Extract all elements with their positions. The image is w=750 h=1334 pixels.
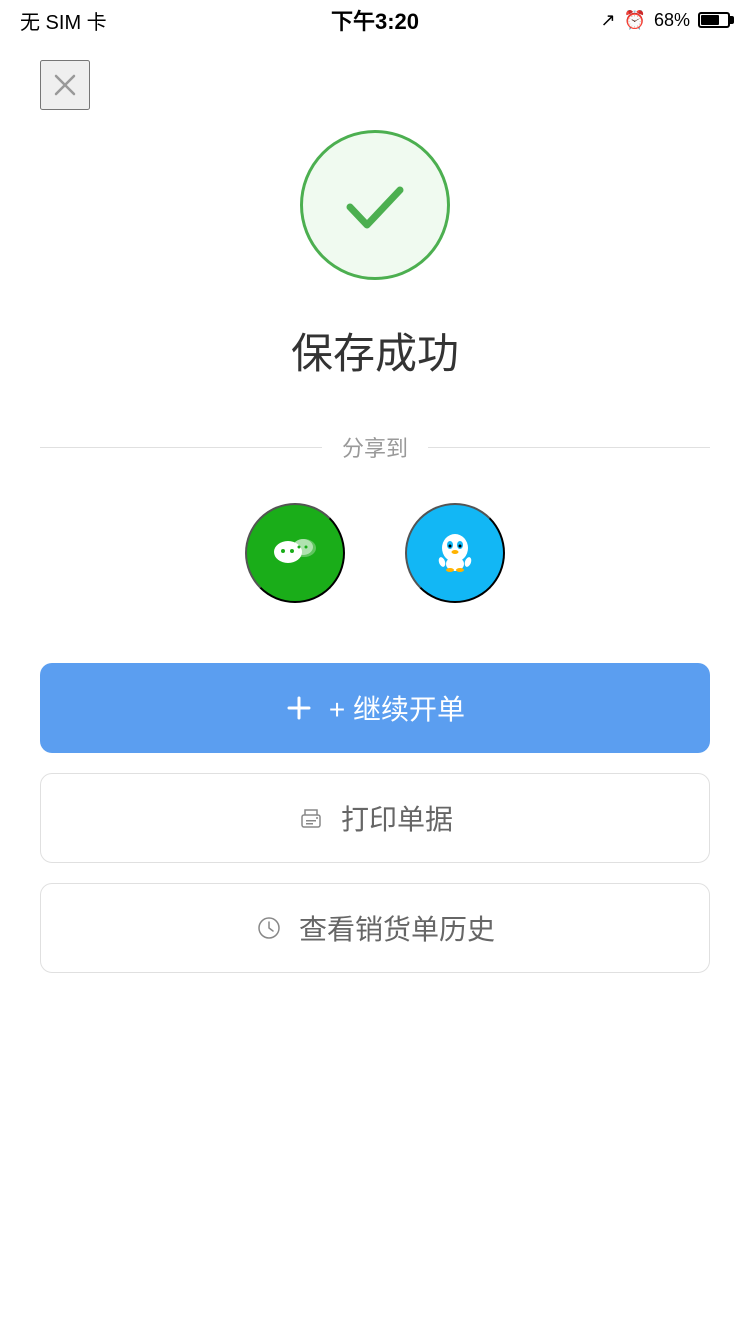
status-left: 无 SIM 卡 — [20, 6, 115, 35]
carrier-text: 无 SIM 卡 — [20, 6, 107, 35]
wechat-icon — [268, 526, 323, 581]
print-label: 打印单据 — [341, 798, 453, 838]
divider-line-right — [428, 447, 710, 448]
share-qq-button[interactable] — [405, 503, 505, 603]
battery-icon — [698, 12, 730, 28]
close-button[interactable] — [40, 60, 90, 110]
divider-line-left — [40, 447, 322, 448]
history-label: 查看销货单历史 — [299, 908, 495, 948]
status-right: ↗ ⏰ 68% — [600, 10, 730, 31]
action-buttons-container: + 继续开单 打印单据 查看销货单历史 — [40, 663, 710, 973]
share-wechat-button[interactable] — [245, 503, 345, 603]
qq-icon — [428, 526, 483, 581]
continue-label: + 继续开单 — [329, 688, 465, 728]
alarm-icon: ⏰ — [624, 10, 646, 31]
share-label: 分享到 — [342, 431, 408, 463]
checkmark-icon — [335, 165, 415, 245]
history-icon — [255, 914, 283, 942]
printer-icon — [297, 804, 325, 832]
status-bar: 无 SIM 卡 下午3:20 ↗ ⏰ 68% — [0, 0, 750, 40]
main-content: 保存成功 分享到 — [0, 40, 750, 993]
continue-button[interactable]: + 继续开单 — [40, 663, 710, 753]
success-icon-circle — [300, 130, 450, 280]
history-button[interactable]: 查看销货单历史 — [40, 883, 710, 973]
share-icons-container — [245, 503, 505, 603]
success-title: 保存成功 — [291, 320, 459, 381]
print-button[interactable]: 打印单据 — [40, 773, 710, 863]
status-time: 下午3:20 — [331, 4, 419, 36]
location-icon: ↗ — [600, 10, 615, 31]
share-divider: 分享到 — [40, 431, 710, 463]
battery-percentage: 68% — [654, 10, 690, 31]
plus-icon — [285, 694, 313, 722]
